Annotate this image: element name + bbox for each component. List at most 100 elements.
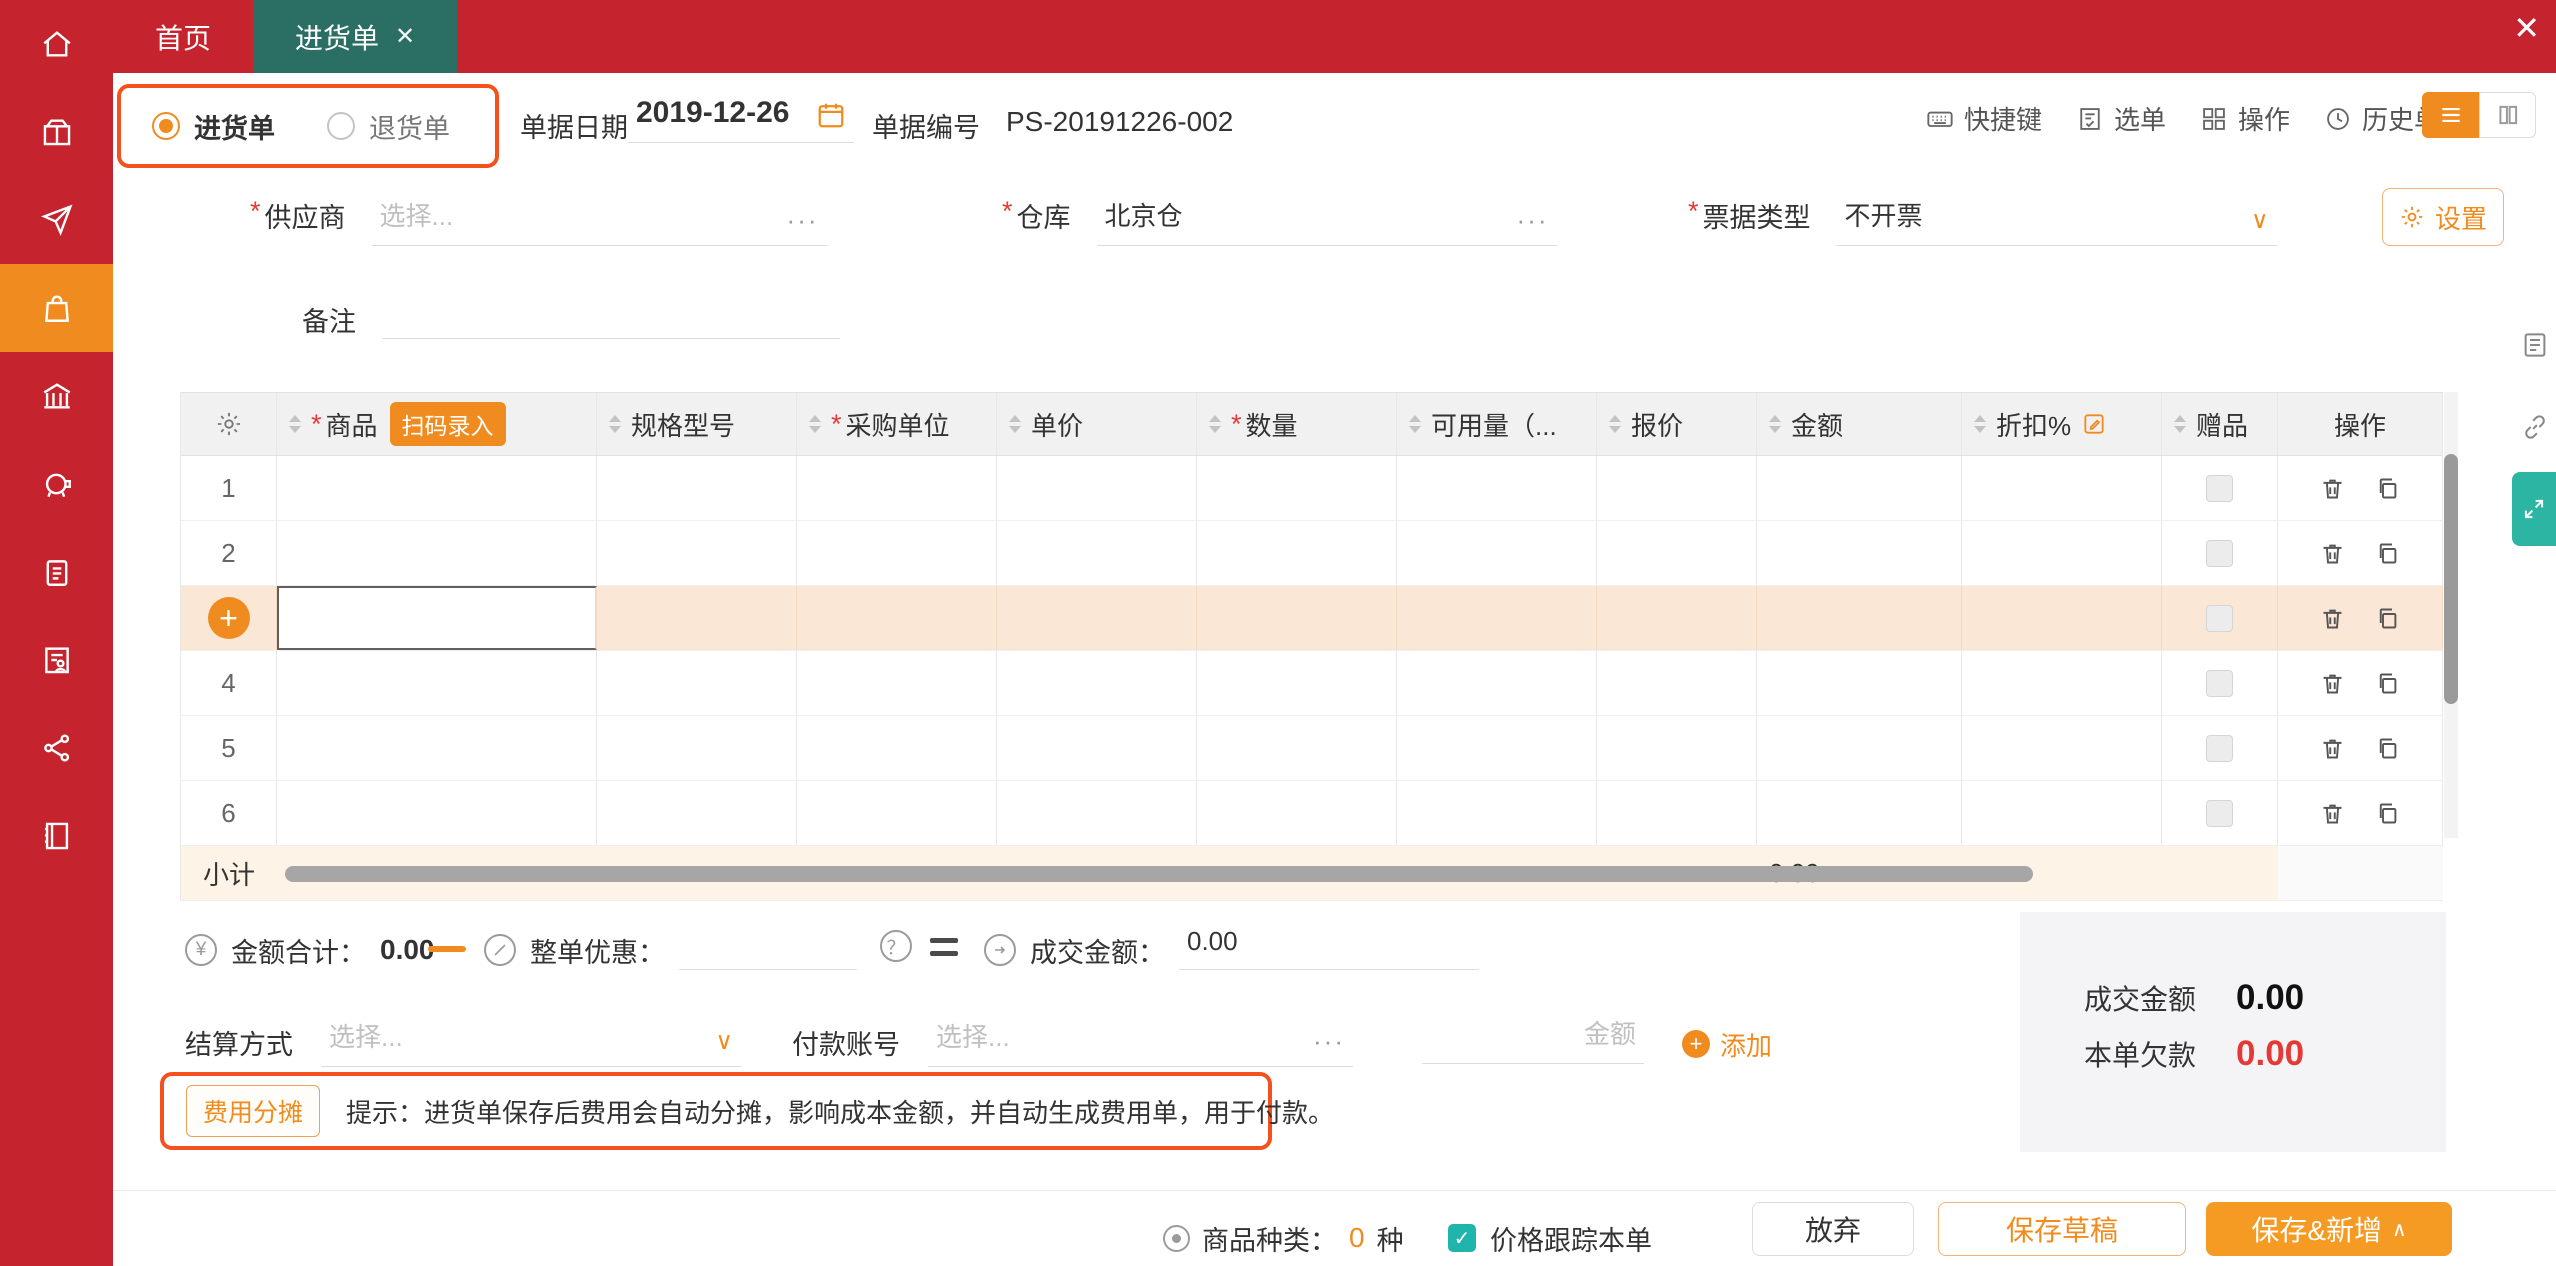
supplier-more-icon[interactable]: ··· xyxy=(787,207,819,233)
price-cell[interactable] xyxy=(997,456,1197,520)
sidebar-item-sales[interactable] xyxy=(0,176,113,264)
chevron-up-icon[interactable]: ∧ xyxy=(2392,1217,2407,1242)
vertical-scrollbar[interactable] xyxy=(2444,392,2458,838)
sort-icon[interactable] xyxy=(1609,415,1621,433)
price-cell[interactable] xyxy=(997,521,1197,585)
quote-cell[interactable] xyxy=(1597,521,1757,585)
header-available[interactable]: 可用量（... xyxy=(1397,393,1597,455)
quote-cell[interactable] xyxy=(1597,456,1757,520)
quote-cell[interactable] xyxy=(1597,586,1757,650)
product-cell[interactable] xyxy=(277,651,597,715)
amount-cell[interactable] xyxy=(1757,521,1962,585)
header-product[interactable]: * 商品 扫码录入 xyxy=(277,393,597,455)
amount-cell[interactable] xyxy=(1757,716,1962,780)
sidebar-item-goods[interactable] xyxy=(0,88,113,176)
save-and-new-button[interactable]: 保存&新增 ∧ xyxy=(2206,1202,2452,1256)
qty-cell[interactable] xyxy=(1197,716,1397,780)
chevron-down-icon[interactable]: ∨ xyxy=(2251,209,2269,233)
discount-cell[interactable] xyxy=(1962,586,2162,650)
tab-close-icon[interactable]: ✕ xyxy=(395,22,415,51)
grid-view-toggle[interactable] xyxy=(2479,92,2536,138)
vertical-scrollbar-thumb[interactable] xyxy=(2444,454,2458,704)
copy-row-icon[interactable] xyxy=(2374,735,2401,762)
save-draft-button[interactable]: 保存草稿 xyxy=(1938,1202,2186,1256)
delete-row-icon[interactable] xyxy=(2319,475,2346,502)
sidebar-item-purchase-active[interactable] xyxy=(0,264,113,352)
sidebar-item-ledger[interactable] xyxy=(0,792,113,880)
sort-icon[interactable] xyxy=(289,415,301,433)
warehouse-more-icon[interactable]: ··· xyxy=(1517,207,1549,233)
price-cell[interactable] xyxy=(997,716,1197,780)
header-spec[interactable]: 规格型号 xyxy=(597,393,797,455)
shortcut-keys-button[interactable]: 快捷键 xyxy=(1926,100,2042,137)
sort-icon[interactable] xyxy=(1974,415,1986,433)
unit-cell[interactable] xyxy=(797,586,997,650)
amount-cell[interactable] xyxy=(1757,781,1962,845)
spec-cell[interactable] xyxy=(597,456,797,520)
add-row-button[interactable]: + xyxy=(207,597,250,639)
link-panel-icon[interactable] xyxy=(2520,412,2550,442)
window-close-icon[interactable]: ✕ xyxy=(2513,12,2540,44)
collapse-minus-icon[interactable] xyxy=(428,946,466,952)
delete-row-icon[interactable] xyxy=(2319,800,2346,827)
settings-button[interactable]: 设置 xyxy=(2382,188,2504,246)
unit-cell[interactable] xyxy=(797,521,997,585)
available-cell[interactable] xyxy=(1397,781,1597,845)
radio-return-label[interactable]: 退货单 xyxy=(369,107,450,146)
horizontal-scrollbar[interactable] xyxy=(285,866,2033,882)
deal-amount-input[interactable]: 0.00 xyxy=(1179,926,1479,970)
price-cell[interactable] xyxy=(997,781,1197,845)
pick-order-button[interactable]: 选单 xyxy=(2076,100,2166,137)
spec-cell[interactable] xyxy=(597,651,797,715)
gift-checkbox[interactable] xyxy=(2206,474,2233,502)
doc-date-field[interactable]: 2019-12-26 xyxy=(628,96,854,143)
discount-cell[interactable] xyxy=(1962,781,2162,845)
remark-input[interactable] xyxy=(382,300,840,339)
tab-home[interactable]: 首页 xyxy=(113,0,253,73)
supplier-input[interactable]: 选择... ··· xyxy=(371,196,827,246)
unit-cell[interactable] xyxy=(797,456,997,520)
expand-panel-button[interactable] xyxy=(2512,472,2556,546)
copy-row-icon[interactable] xyxy=(2374,540,2401,567)
tab-purchase-order[interactable]: 进货单 ✕ xyxy=(253,0,458,73)
quote-cell[interactable] xyxy=(1597,781,1757,845)
header-qty[interactable]: * 数量 xyxy=(1197,393,1397,455)
spec-cell[interactable] xyxy=(597,521,797,585)
price-cell[interactable] xyxy=(997,651,1197,715)
amount-cell[interactable] xyxy=(1757,651,1962,715)
discount-edit-icon[interactable] xyxy=(2081,411,2107,437)
gift-checkbox[interactable] xyxy=(2206,734,2233,762)
calendar-icon[interactable] xyxy=(816,100,846,130)
unit-cell[interactable] xyxy=(797,651,997,715)
copy-row-icon[interactable] xyxy=(2374,800,2401,827)
header-unit[interactable]: * 采购单位 xyxy=(797,393,997,455)
sidebar-item-home[interactable] xyxy=(0,0,113,88)
sidebar-item-contacts[interactable] xyxy=(0,616,113,704)
payment-account-select[interactable]: 选择... ··· xyxy=(928,1017,1353,1067)
radio-purchase-selected[interactable] xyxy=(152,112,180,140)
qty-cell[interactable] xyxy=(1197,456,1397,520)
price-track-checkbox[interactable]: ✓ xyxy=(1448,1224,1476,1252)
product-cell[interactable] xyxy=(277,716,597,780)
unit-cell[interactable] xyxy=(797,716,997,780)
discount-cell[interactable] xyxy=(1962,456,2162,520)
spec-cell[interactable] xyxy=(597,716,797,780)
price-cell[interactable] xyxy=(997,586,1197,650)
sort-icon[interactable] xyxy=(1769,415,1781,433)
delete-row-icon[interactable] xyxy=(2319,670,2346,697)
settlement-method-select[interactable]: 选择... ∨ xyxy=(321,1017,741,1067)
help-question-icon[interactable]: ？ xyxy=(880,930,912,962)
amount-cell[interactable] xyxy=(1757,586,1962,650)
copy-row-icon[interactable] xyxy=(2374,605,2401,632)
copy-row-icon[interactable] xyxy=(2374,670,2401,697)
sort-icon[interactable] xyxy=(1409,415,1421,433)
sidebar-item-reports[interactable] xyxy=(0,528,113,616)
header-amount[interactable]: 金额 xyxy=(1757,393,1962,455)
spec-cell[interactable] xyxy=(597,586,797,650)
available-cell[interactable] xyxy=(1397,651,1597,715)
available-cell[interactable] xyxy=(1397,456,1597,520)
header-quote[interactable]: 报价 xyxy=(1597,393,1757,455)
header-price[interactable]: 单价 xyxy=(997,393,1197,455)
discount-cell[interactable] xyxy=(1962,521,2162,585)
available-cell[interactable] xyxy=(1397,716,1597,780)
